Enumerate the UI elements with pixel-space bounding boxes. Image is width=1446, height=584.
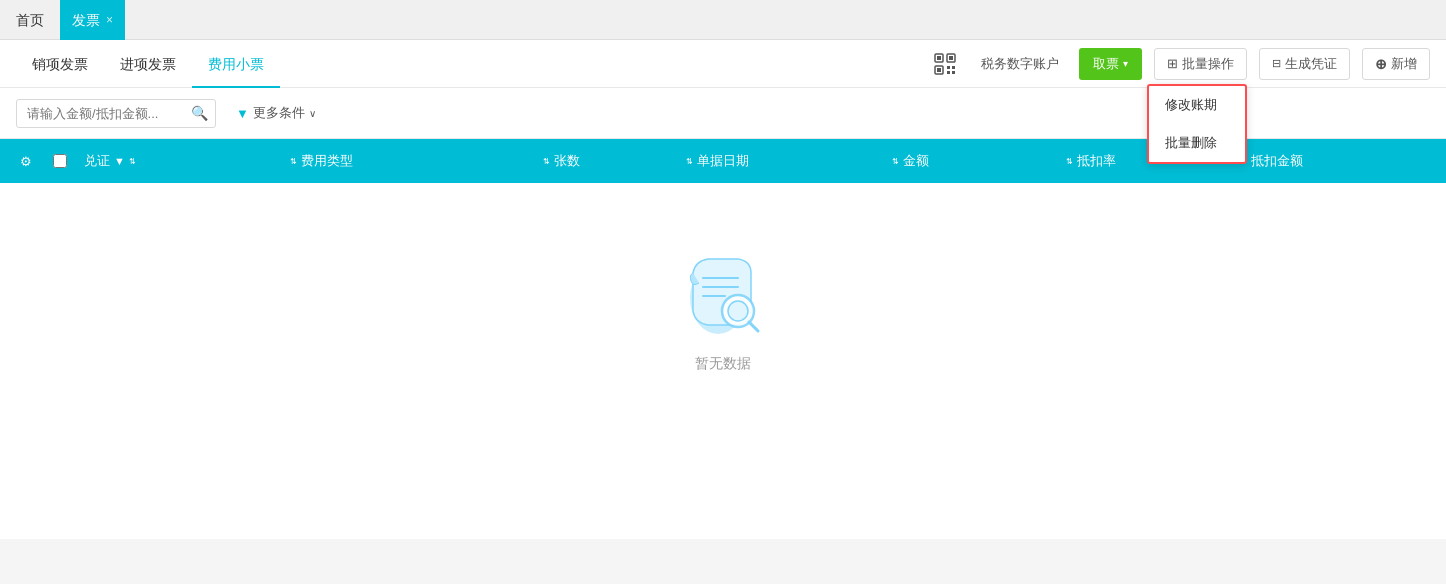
- sidebar-item-sales[interactable]: 销项发票: [16, 40, 104, 88]
- svg-line-13: [749, 322, 758, 331]
- tax-account-button[interactable]: 税务数字账户: [973, 55, 1067, 73]
- date-sort-icon: ⇅: [686, 157, 693, 166]
- search-wrap: 🔍: [16, 99, 216, 128]
- svg-rect-5: [937, 68, 941, 72]
- more-conditions-button[interactable]: ▼ 更多条件 ∨: [228, 98, 324, 128]
- count-sort-icon: ⇅: [543, 157, 550, 166]
- tab-invoice[interactable]: 发票 ×: [60, 0, 125, 40]
- qr-code-button[interactable]: [929, 48, 961, 80]
- tab-invoice-close[interactable]: ×: [106, 0, 113, 40]
- th-count: ⇅ 张数: [535, 152, 678, 170]
- take-ticket-dropdown-arrow: ▾: [1123, 58, 1128, 69]
- th-amount: ⇅ 金额: [884, 152, 1058, 170]
- search-input[interactable]: [16, 99, 216, 128]
- th-voucher: 兑证 ▼ ⇅: [76, 152, 282, 170]
- svg-point-12: [728, 301, 748, 321]
- tab-home[interactable]: 首页: [0, 0, 60, 40]
- filter-icon: ▼: [236, 106, 249, 121]
- sub-nav-right: 税务数字账户 取票 ▾ ⊞ 批量操作 修改账期 批量删除 ⊟ 生成凭证 ⊕ 新增: [929, 48, 1430, 80]
- svg-rect-7: [952, 66, 955, 69]
- dropdown-item-batch-delete[interactable]: 批量删除: [1149, 124, 1245, 162]
- add-icon: ⊕: [1375, 56, 1387, 72]
- gen-voucher-icon: ⊟: [1272, 57, 1281, 70]
- sidebar-item-input[interactable]: 进项发票: [104, 40, 192, 88]
- batch-op-dropdown-menu: 修改账期 批量删除: [1147, 84, 1247, 164]
- batch-op-icon: ⊞: [1167, 56, 1178, 71]
- add-button[interactable]: ⊕ 新增: [1362, 48, 1430, 80]
- svg-rect-1: [937, 56, 941, 60]
- empty-icon: [673, 243, 773, 343]
- th-deduct-amount: ⇅ 抵扣金额: [1232, 152, 1438, 170]
- select-all-checkbox[interactable]: [53, 154, 67, 168]
- amount-sort-icon: ⇅: [892, 157, 899, 166]
- batch-op-wrapper: ⊞ 批量操作 修改账期 批量删除: [1154, 48, 1247, 80]
- dropdown-item-modify-period[interactable]: 修改账期: [1149, 86, 1245, 124]
- voucher-sort[interactable]: ⇅: [129, 157, 136, 166]
- empty-state: 暂无数据: [0, 183, 1446, 433]
- take-ticket-button[interactable]: 取票 ▾: [1079, 48, 1142, 80]
- voucher-filter-icon[interactable]: ▼: [114, 155, 125, 167]
- th-date: ⇅ 单据日期: [678, 152, 884, 170]
- expense-type-sort-icon: ⇅: [290, 157, 297, 166]
- sidebar-item-expense[interactable]: 费用小票: [192, 40, 280, 88]
- more-conditions-chevron: ∨: [309, 108, 316, 119]
- batch-op-button[interactable]: ⊞ 批量操作: [1154, 48, 1247, 80]
- sub-nav-left: 销项发票 进项发票 费用小票: [16, 40, 280, 88]
- top-tab-bar: 首页 发票 ×: [0, 0, 1446, 40]
- svg-rect-6: [947, 66, 950, 69]
- gear-icon: ⚙: [20, 154, 32, 169]
- search-icon: 🔍: [191, 105, 208, 121]
- svg-rect-9: [952, 71, 955, 74]
- sub-nav: 销项发票 进项发票 费用小票 税务数字账户 取票 ▾: [0, 40, 1446, 88]
- content-area: ⚙ 兑证 ▼ ⇅ ⇅ 费用类型 ⇅ 张数 ⇅ 单据日期 ⇅ 金额 ⇅ 抵扣率: [0, 139, 1446, 539]
- svg-rect-3: [949, 56, 953, 60]
- gen-voucher-button[interactable]: ⊟ 生成凭证: [1259, 48, 1350, 80]
- th-expense-type: ⇅ 费用类型: [282, 152, 535, 170]
- svg-rect-8: [947, 71, 950, 74]
- th-settings[interactable]: ⚙: [8, 154, 44, 169]
- th-checkbox[interactable]: [44, 154, 76, 168]
- deduct-rate-sort-icon: ⇅: [1066, 157, 1073, 166]
- empty-state-text: 暂无数据: [695, 355, 751, 373]
